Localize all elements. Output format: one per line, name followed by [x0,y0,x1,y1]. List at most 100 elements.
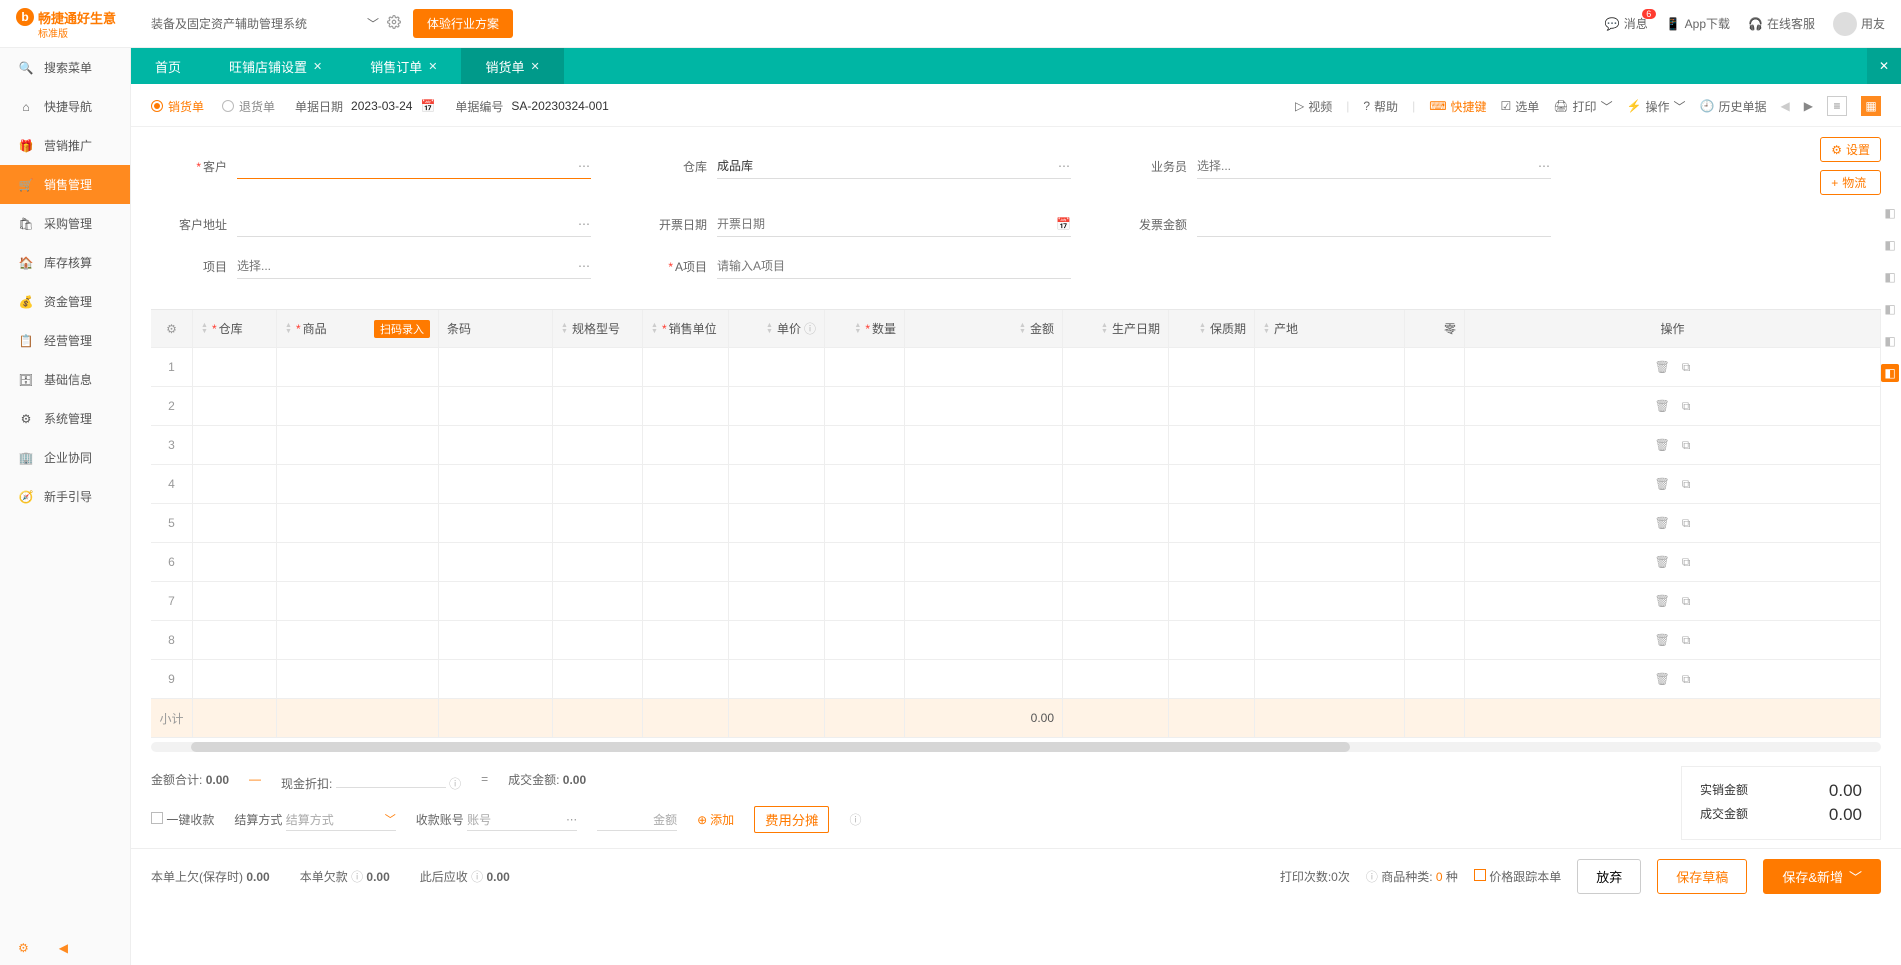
col-price[interactable]: ▲▼单价ⓘ [729,310,825,347]
user-menu[interactable]: 用友 [1833,12,1885,36]
copy-row-icon[interactable]: ⧉ [1682,633,1691,648]
col-spec[interactable]: ▲▼规格型号 [553,310,643,347]
calendar-icon[interactable]: 📅 [1056,217,1071,231]
sidebar-item-marketing[interactable]: 🎁营销推广 [0,126,130,165]
grid-view-icon[interactable]: ▦ [1861,96,1881,116]
calendar-icon[interactable]: 📅 [420,99,435,113]
prev-page-icon[interactable]: ◀ [1781,99,1790,113]
grid-row[interactable]: 1 🗑⧉ [151,348,1881,387]
copy-row-icon[interactable]: ⧉ [1682,399,1691,414]
message-button[interactable]: 💬 消息 6 [1605,15,1648,32]
sidebar-item-business[interactable]: 📋经营管理 [0,321,130,360]
salesman-input[interactable] [1197,159,1538,173]
online-service-button[interactable]: 🎧 在线客服 [1748,15,1815,32]
strip-icon-1[interactable]: ◧ [1881,204,1899,222]
close-icon[interactable]: ✕ [531,60,540,73]
lookup-icon[interactable]: ⋯ [1538,159,1551,173]
info-icon[interactable]: ⓘ [1366,870,1378,884]
strip-icon-4[interactable]: ◧ [1881,300,1899,318]
delete-row-icon[interactable]: 🗑 [1655,633,1670,648]
project-input[interactable] [237,259,578,273]
tab-shop-settings[interactable]: 旺铺店铺设置✕ [205,48,346,84]
grid-row[interactable]: 8 🗑⧉ [151,621,1881,660]
grid-row[interactable]: 6 🗑⧉ [151,543,1881,582]
doc-date[interactable]: 2023-03-24 [351,99,412,113]
delete-row-icon[interactable]: 🗑 [1655,555,1670,570]
shortcut-link[interactable]: ⌨快捷键 [1429,98,1486,115]
info-icon[interactable]: ⓘ [849,811,861,828]
grid-row[interactable]: 3 🗑⧉ [151,426,1881,465]
sidebar-item-shortcut[interactable]: ⌂快捷导航 [0,87,130,126]
copy-row-icon[interactable]: ⧉ [1682,360,1691,375]
col-qty[interactable]: ▲▼*数量 [825,310,905,347]
close-all-tabs-button[interactable]: ✕ [1867,48,1901,84]
copy-row-icon[interactable]: ⧉ [1682,672,1691,687]
list-view-icon[interactable]: ≡ [1827,96,1847,116]
col-unit[interactable]: ▲▼*销售单位 [643,310,729,347]
lookup-icon[interactable]: ⋯ [1058,159,1071,173]
col-extra[interactable]: 零 [1405,310,1465,347]
system-dropdown[interactable]: 装备及固定资产辅助管理系统 ﹀ [151,15,379,32]
delete-row-icon[interactable]: 🗑 [1655,516,1670,531]
price-track-checkbox[interactable]: 价格跟踪本单 [1474,868,1561,885]
copy-row-icon[interactable]: ⧉ [1682,438,1691,453]
strip-icon-5[interactable]: ◧ [1881,332,1899,350]
gear-icon[interactable] [387,15,401,32]
col-barcode[interactable]: 条码 [439,310,553,347]
delete-row-icon[interactable]: 🗑 [1655,438,1670,453]
add-payment-link[interactable]: ⊕添加 [697,811,734,828]
customer-input[interactable] [237,159,578,173]
col-warehouse[interactable]: ▲▼*仓库 [193,310,277,347]
customer-address-input[interactable] [237,217,578,231]
video-link[interactable]: ▷视频 [1295,98,1332,115]
sidebar-item-search[interactable]: 🔍搜索菜单 [0,48,130,87]
app-download-button[interactable]: 📱 App下载 [1666,15,1730,32]
invoice-date-input[interactable] [717,217,1056,231]
delete-row-icon[interactable]: 🗑 [1655,399,1670,414]
a-project-input[interactable] [717,259,1071,273]
sidebar-item-guide[interactable]: 🧭新手引导 [0,477,130,516]
delete-row-icon[interactable]: 🗑 [1655,360,1670,375]
col-prod-date[interactable]: ▲▼生产日期 [1063,310,1169,347]
copy-row-icon[interactable]: ⧉ [1682,555,1691,570]
delete-row-icon[interactable]: 🗑 [1655,594,1670,609]
lookup-icon[interactable]: ⋯ [578,159,591,173]
tab-home[interactable]: 首页 [131,48,205,84]
col-product[interactable]: ▲▼*商品扫码录入 [277,310,439,347]
copy-row-icon[interactable]: ⧉ [1682,516,1691,531]
sidebar-collapse-icon[interactable]: ◀ [59,941,68,955]
info-icon[interactable]: ⓘ [471,870,483,884]
sidebar-item-sales[interactable]: 🛒销售管理 [0,165,130,204]
delete-row-icon[interactable]: 🗑 [1655,672,1670,687]
grid-row[interactable]: 7 🗑⧉ [151,582,1881,621]
col-origin[interactable]: ▲▼产地 [1255,310,1405,347]
sidebar-item-system[interactable]: ⚙系统管理 [0,399,130,438]
sidebar-item-purchase[interactable]: 🛍采购管理 [0,204,130,243]
strip-icon-6[interactable]: ◧ [1881,364,1899,382]
history-link[interactable]: 🕘历史单据 [1700,98,1767,115]
help-link[interactable]: ?帮助 [1363,98,1398,115]
settings-button[interactable]: ⚙设置 [1820,137,1881,162]
strip-icon-3[interactable]: ◧ [1881,268,1899,286]
close-icon[interactable]: ✕ [313,60,322,73]
print-dropdown[interactable]: 🖨打印﹀ [1553,98,1612,115]
sidebar-item-cooperate[interactable]: 🏢企业协同 [0,438,130,477]
next-page-icon[interactable]: ▶ [1804,99,1813,113]
grid-row[interactable]: 4 🗑⧉ [151,465,1881,504]
info-icon[interactable]: ⓘ [351,870,363,884]
save-draft-button[interactable]: 保存草稿 [1657,859,1747,894]
save-new-button[interactable]: 保存&新增﹀ [1763,859,1881,894]
invoice-amount-input[interactable] [1197,217,1551,231]
radio-sale[interactable]: 销货单 [151,98,204,115]
sidebar-settings-icon[interactable]: ⚙ [18,941,29,955]
scan-entry-tag[interactable]: 扫码录入 [374,320,430,338]
settle-method-input[interactable]: 结算方式﹀ [286,809,396,831]
logistics-button[interactable]: +物流 [1820,170,1881,195]
sidebar-item-finance[interactable]: 💰资金管理 [0,282,130,321]
lookup-icon[interactable]: ⋯ [578,217,591,231]
info-icon[interactable]: ⓘ [804,320,816,337]
industry-solution-button[interactable]: 体验行业方案 [413,9,513,38]
info-icon[interactable]: ⓘ [449,777,461,791]
sidebar-item-inventory[interactable]: 🏠库存核算 [0,243,130,282]
col-expiry[interactable]: ▲▼保质期 [1169,310,1255,347]
